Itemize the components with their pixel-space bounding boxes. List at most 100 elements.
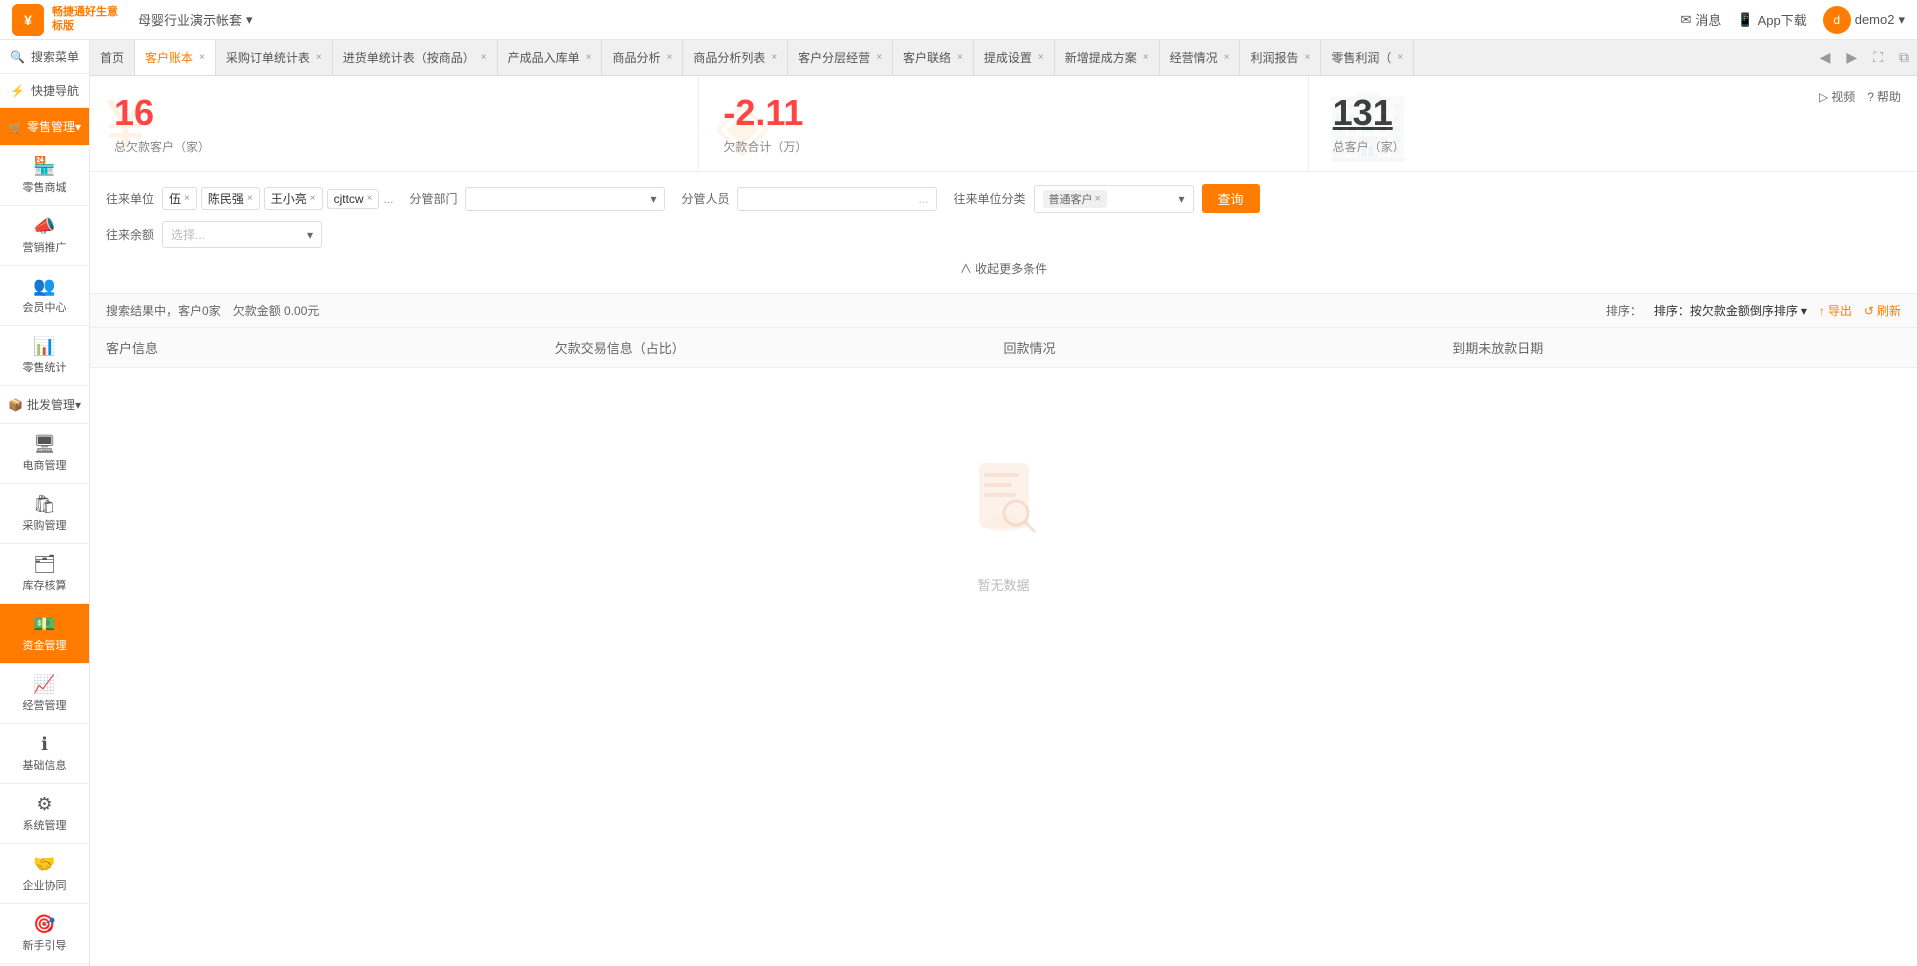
filter-tag-cjttcw: cjttcw × (327, 189, 380, 209)
sidebar-item-inventory[interactable]: 🗂 库存核算 (0, 544, 89, 604)
sidebar-item-wholesale[interactable]: 📦 批发管理 ▾ (0, 386, 89, 424)
sidebar-item-search[interactable]: 🔍 搜索菜单 (0, 40, 89, 74)
normal-tag-remove[interactable]: × (1095, 193, 1101, 205)
search-icon: 🔍 (10, 50, 25, 64)
tab-maximize-btn[interactable]: ⛶ (1865, 49, 1891, 66)
tab-prev-btn[interactable]: ◀ (1812, 49, 1839, 66)
filter-tag-wang-remove[interactable]: × (310, 193, 316, 204)
sidebar-item-retail-mgmt[interactable]: 🛒 零售管理 ▾ (0, 108, 89, 146)
tab-close-goods-analysis[interactable]: × (666, 52, 672, 63)
sys-mgmt-icon: ⚙ (36, 794, 52, 815)
tab-purchase-order[interactable]: 采购订单统计表 × (216, 40, 333, 76)
tab-close-retail-profit[interactable]: × (1397, 52, 1403, 63)
filter-tag-chen-remove[interactable]: × (247, 193, 253, 204)
biz-mgmt-icon: 📈 (33, 674, 55, 695)
collapse-btn[interactable]: ∧ 收起更多条件 (106, 256, 1901, 281)
filter-tag-cjttcw-remove[interactable]: × (367, 193, 373, 204)
tab-close-goods-analysis-list[interactable]: × (771, 52, 777, 63)
query-button[interactable]: 查询 (1202, 184, 1260, 213)
tab-home[interactable]: 首页 (90, 40, 135, 76)
filter-label-category: 往来单位分类 (953, 190, 1025, 207)
filter-tag-wu-remove[interactable]: × (184, 193, 190, 204)
filter-more-btn[interactable]: ... (383, 192, 393, 206)
help-btn[interactable]: ? 帮助 (1867, 88, 1901, 105)
logo-area: ¥ 畅捷通好生意 标版 (12, 4, 118, 36)
video-btn[interactable]: ▷ 视频 (1819, 88, 1855, 105)
tab-customer-tier[interactable]: 客户分层经营 × (788, 40, 893, 76)
tab-close-new-raise-plan[interactable]: × (1143, 52, 1149, 63)
retail-stats-icon: 📊 (33, 336, 55, 357)
user-menu[interactable]: d demo2 ▾ (1823, 6, 1905, 34)
dept-select[interactable]: ▾ (465, 187, 665, 211)
results-bar-right: 排序： 排序：按欠款金额倒序排序 ▾ ↑ 导出 ↺ 刷新 (1606, 302, 1901, 319)
sidebar-item-quick-nav[interactable]: ⚡ 快捷导航 (0, 74, 89, 108)
sidebar-item-member[interactable]: 👥 会员中心 (0, 266, 89, 326)
app-download-btn[interactable]: 📱 App下载 (1737, 10, 1806, 29)
tab-goods-analysis[interactable]: 商品分析 × (602, 40, 683, 76)
tab-restore-btn[interactable]: ⧉ (1891, 49, 1917, 66)
inventory-icon: 🗂 (33, 554, 56, 575)
tab-stock-stats[interactable]: 进货单统计表（按商品） × (333, 40, 498, 76)
message-btn[interactable]: ✉ 消息 (1680, 10, 1721, 29)
sidebar-item-finance[interactable]: 💵 资金管理 (0, 604, 89, 664)
filter-tag-chen: 陈民强 × (201, 187, 260, 210)
sidebar-item-new-guide[interactable]: 🎯 新手引导 (0, 904, 89, 964)
tab-close-profit-report[interactable]: × (1304, 52, 1310, 63)
sidebar-item-biz-mgmt[interactable]: 📈 经营管理 (0, 664, 89, 724)
sidebar-item-ecom[interactable]: 🖥 电商管理 (0, 424, 89, 484)
sidebar-item-label: 快捷导航 (31, 82, 79, 99)
tab-biz-status[interactable]: 经营情况 × (1160, 40, 1241, 76)
retail-mall-icon: 🏪 (33, 156, 55, 177)
filter-label-balance: 往来余额 (106, 226, 154, 243)
person-select[interactable]: ... (737, 187, 937, 211)
tab-close-purchase-order[interactable]: × (316, 52, 322, 63)
tab-next-btn[interactable]: ▶ (1838, 49, 1865, 66)
main-layout: 🔍 搜索菜单 ⚡ 快捷导航 🛒 零售管理 ▾ 🏪 零售商城 📣 营销推广 (0, 40, 1917, 966)
tab-close-product-entry[interactable]: × (586, 52, 592, 63)
tab-close-customer-tier[interactable]: × (876, 52, 882, 63)
filter-tag-wang: 王小亮 × (264, 187, 323, 210)
tab-new-raise-plan[interactable]: 新增提成方案 × (1055, 40, 1160, 76)
sidebar-item-purchase[interactable]: 🛍 采购管理 (0, 484, 89, 544)
tab-raise-settings[interactable]: 提成设置 × (974, 40, 1055, 76)
refresh-btn[interactable]: ↺ 刷新 (1864, 302, 1901, 319)
tab-close-raise-settings[interactable]: × (1038, 52, 1044, 63)
tab-retail-profit[interactable]: 零售利润（ × (1321, 40, 1414, 76)
ecom-icon: 🖥 (33, 434, 56, 455)
category-select[interactable]: 普通客户 × ▾ (1034, 185, 1194, 213)
new-guide-icon: 🎯 (33, 914, 55, 935)
tab-customer-book[interactable]: 客户账本 × (135, 40, 216, 76)
tab-close-customer-contact[interactable]: × (957, 52, 963, 63)
sidebar-item-enterprise[interactable]: 🤝 企业协同 (0, 844, 89, 904)
account-dropdown[interactable]: 母婴行业演示帐套 ▾ (138, 10, 253, 29)
balance-select[interactable]: 选择... ▾ (162, 221, 322, 248)
sidebar-item-label: 搜索菜单 (31, 48, 79, 65)
export-btn[interactable]: ↑ 导出 (1819, 302, 1852, 319)
col-header-customer: 客户信息 (106, 338, 555, 357)
page-content: ¥ 16 总欠款客户（家） ◈ -2.11 欠款合计（万） 🏢 131 总客户（… (90, 76, 1917, 966)
tab-close-biz-status[interactable]: × (1224, 52, 1230, 63)
sidebar-item-retail-stats[interactable]: 📊 零售统计 (0, 326, 89, 386)
tab-product-entry[interactable]: 产成品入库单 × (498, 40, 603, 76)
filter-row-2: 往来余额 选择... ▾ (106, 221, 1901, 248)
normal-tag: 普通客户 × (1043, 190, 1107, 208)
stats-header: ¥ 16 总欠款客户（家） ◈ -2.11 欠款合计（万） 🏢 131 总客户（… (90, 76, 1917, 172)
sidebar-item-label: 零售管理 (27, 118, 75, 135)
tab-close-stock-stats[interactable]: × (481, 52, 487, 63)
quick-nav-icon: ⚡ (10, 84, 25, 98)
sort-select[interactable]: 排序：按欠款金额倒序排序 ▾ (1654, 302, 1807, 319)
enterprise-icon: 🤝 (33, 854, 55, 875)
tab-profit-report[interactable]: 利润报告 × (1240, 40, 1321, 76)
stat-block-debt: ◈ -2.11 欠款合计（万） (698, 76, 1307, 171)
tab-close-customer-book[interactable]: × (199, 52, 205, 63)
empty-label: 暂无数据 (977, 575, 1029, 594)
sidebar-item-sys-mgmt[interactable]: ⚙ 系统管理 (0, 784, 89, 844)
filter-row-1: 往来单位 伍 × 陈民强 × 王小亮 (106, 184, 1901, 213)
sidebar-item-marketing[interactable]: 📣 营销推广 (0, 206, 89, 266)
tab-goods-analysis-list[interactable]: 商品分析列表 × (683, 40, 788, 76)
sidebar-item-retail-mall[interactable]: 🏪 零售商城 (0, 146, 89, 206)
logo-icon: ¥ (12, 4, 44, 36)
sidebar-item-basic-info[interactable]: ℹ 基础信息 (0, 724, 89, 784)
col-header-date: 到期未放款日期 (1452, 338, 1901, 357)
tab-customer-contact[interactable]: 客户联络 × (893, 40, 974, 76)
